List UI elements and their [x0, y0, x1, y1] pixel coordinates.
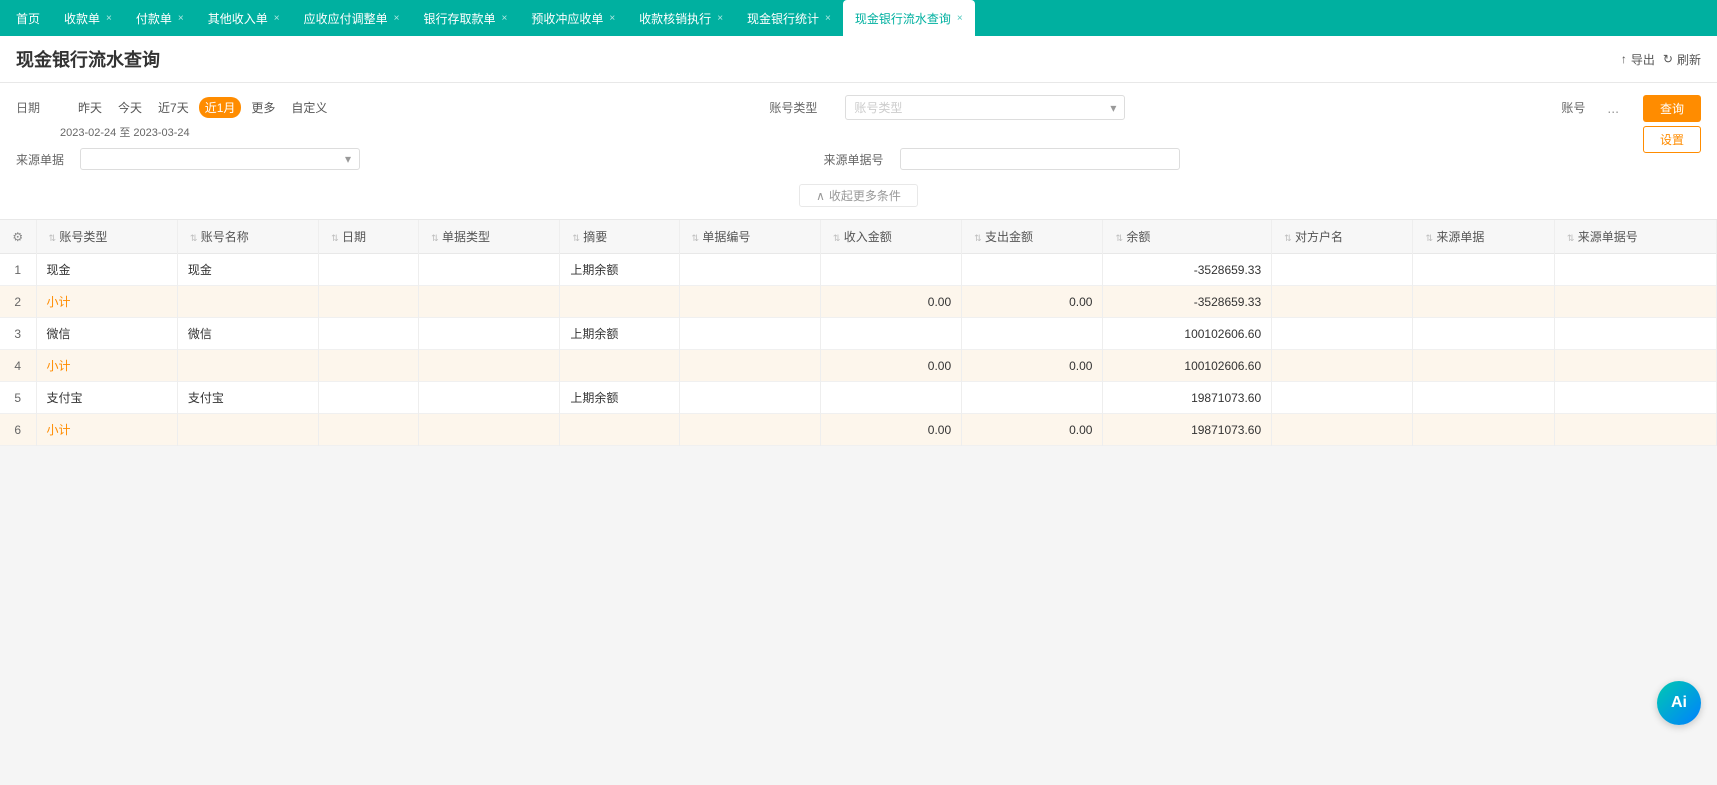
nav-home[interactable]: 首页 — [4, 0, 52, 36]
close-icon[interactable]: × — [501, 13, 507, 24]
th-account-name[interactable]: ⇅ 账号名称 — [177, 220, 318, 254]
table-header-row: ⚙ ⇅ 账号类型 ⇅ 账号名称 ⇅ 日期 ⇅ 单据类型 ⇅ — [0, 220, 1717, 254]
top-nav: 首页 收款单 × 付款单 × 其他收入单 × 应收应付调整单 × 银行存取款单 … — [0, 0, 1717, 36]
table-row[interactable]: 3微信微信上期余额100102606.60 — [0, 318, 1717, 350]
date-btn-custom[interactable]: 自定义 — [285, 97, 333, 118]
th-source-doc-no[interactable]: ⇅ 来源单据号 — [1554, 220, 1716, 254]
nav-tab-8[interactable]: 现金银行流水查询 × — [843, 0, 975, 36]
ai-badge[interactable]: Ai — [1657, 681, 1701, 725]
sort-icon: ⇅ — [572, 233, 580, 244]
refresh-icon: ↻ — [1663, 52, 1673, 66]
page-header: 现金银行流水查询 ↑ 导出 ↻ 刷新 — [0, 36, 1717, 83]
date-btn-more[interactable]: 更多 — [245, 97, 281, 118]
page-title: 现金银行流水查询 — [16, 46, 160, 72]
close-icon[interactable]: × — [274, 13, 280, 24]
query-button[interactable]: 查询 — [1643, 95, 1701, 122]
export-icon: ↑ — [1621, 52, 1627, 66]
date-btn-7days[interactable]: 近7天 — [152, 97, 195, 118]
close-icon[interactable]: × — [106, 13, 112, 24]
nav-tab-6[interactable]: 收款核销执行 × — [627, 0, 735, 36]
collapse-bar: ∧ 收起更多条件 — [16, 180, 1701, 207]
th-expense[interactable]: ⇅ 支出金额 — [962, 220, 1103, 254]
source-doc-no-label: 来源单据号 — [824, 151, 884, 168]
close-icon[interactable]: × — [394, 13, 400, 24]
table-container: ⚙ ⇅ 账号类型 ⇅ 账号名称 ⇅ 日期 ⇅ 单据类型 ⇅ — [0, 220, 1717, 446]
sort-icon: ⇅ — [49, 233, 57, 244]
sort-icon: ⇅ — [190, 233, 198, 244]
nav-tab-0[interactable]: 收款单 × — [52, 0, 124, 36]
date-options: 昨天 今天 近7天 近1月 更多 自定义 — [72, 97, 333, 118]
nav-tab-3[interactable]: 应收应付调整单 × — [292, 0, 412, 36]
sort-icon: ⇅ — [692, 233, 700, 244]
close-icon[interactable]: × — [957, 13, 963, 24]
nav-tab-4[interactable]: 银行存取款单 × — [411, 0, 519, 36]
th-summary[interactable]: ⇅ 摘要 — [560, 220, 679, 254]
filter-row-source: 来源单据 ▾ 来源单据号 — [16, 148, 1627, 170]
chevron-down-icon-2: ▾ — [345, 152, 351, 166]
table-row[interactable]: 1现金现金上期余额-3528659.33 — [0, 254, 1717, 286]
date-label: 日期 — [16, 99, 56, 116]
table-row[interactable]: 5支付宝支付宝上期余额19871073.60 — [0, 382, 1717, 414]
nav-tab-2[interactable]: 其他收入单 × — [196, 0, 292, 36]
nav-tab-7[interactable]: 现金银行统计 × — [735, 0, 843, 36]
account-type-label: 账号类型 — [769, 99, 829, 116]
date-btn-yesterday[interactable]: 昨天 — [72, 97, 108, 118]
source-doc-label: 来源单据 — [16, 151, 64, 168]
sort-icon: ⇅ — [1567, 233, 1575, 244]
table-row[interactable]: 2小计0.000.00-3528659.33 — [0, 286, 1717, 318]
collapse-button[interactable]: ∧ 收起更多条件 — [799, 184, 918, 207]
date-range-display: 2023-02-24 至 2023-03-24 — [60, 127, 190, 139]
close-icon[interactable]: × — [178, 13, 184, 24]
account-dots[interactable]: ... — [1607, 100, 1619, 116]
header-actions: ↑ 导出 ↻ 刷新 — [1621, 51, 1701, 68]
close-icon[interactable]: × — [825, 13, 831, 24]
refresh-button[interactable]: ↻ 刷新 — [1663, 51, 1701, 68]
source-doc-select[interactable]: ▾ — [80, 148, 360, 170]
date-btn-1month[interactable]: 近1月 — [199, 97, 242, 118]
th-balance[interactable]: ⇅ 余额 — [1103, 220, 1272, 254]
account-type-placeholder: 账号类型 — [854, 99, 902, 116]
chevron-down-icon: ▾ — [1110, 101, 1116, 115]
data-table: ⚙ ⇅ 账号类型 ⇅ 账号名称 ⇅ 日期 ⇅ 单据类型 ⇅ — [0, 220, 1717, 446]
date-btn-today[interactable]: 今天 — [112, 97, 148, 118]
table-row[interactable]: 6小计0.000.0019871073.60 — [0, 414, 1717, 446]
th-gear[interactable]: ⚙ — [0, 220, 36, 254]
chevron-up-icon: ∧ — [816, 189, 825, 203]
th-doc-type[interactable]: ⇅ 单据类型 — [419, 220, 560, 254]
settings-button[interactable]: 设置 — [1643, 126, 1701, 153]
filter-row-date: 日期 昨天 今天 近7天 近1月 更多 自定义 账号类型 账号类型 ▾ — [16, 95, 1627, 120]
nav-tab-5[interactable]: 预收冲应收单 × — [519, 0, 627, 36]
sort-icon: ⇅ — [1115, 233, 1123, 244]
th-account-type[interactable]: ⇅ 账号类型 — [36, 220, 177, 254]
close-icon[interactable]: × — [609, 13, 615, 24]
sort-icon: ⇅ — [331, 233, 339, 244]
th-date[interactable]: ⇅ 日期 — [319, 220, 419, 254]
export-button[interactable]: ↑ 导出 — [1621, 51, 1655, 68]
filter-buttons: 查询 设置 — [1643, 95, 1701, 153]
sort-icon: ⇅ — [1425, 233, 1433, 244]
th-income[interactable]: ⇅ 收入金额 — [820, 220, 961, 254]
filter-area: 日期 昨天 今天 近7天 近1月 更多 自定义 账号类型 账号类型 ▾ — [0, 83, 1717, 220]
th-source-doc[interactable]: ⇅ 来源单据 — [1413, 220, 1554, 254]
source-doc-no-input[interactable] — [900, 148, 1180, 170]
table-row[interactable]: 4小计0.000.00100102606.60 — [0, 350, 1717, 382]
account-type-select[interactable]: 账号类型 ▾ — [845, 95, 1125, 120]
close-icon[interactable]: × — [717, 13, 723, 24]
nav-tab-1[interactable]: 付款单 × — [124, 0, 196, 36]
th-counterpart[interactable]: ⇅ 对方户名 — [1272, 220, 1413, 254]
th-doc-no[interactable]: ⇅ 单据编号 — [679, 220, 820, 254]
sort-icon: ⇅ — [1284, 233, 1292, 244]
account-label: 账号 — [1561, 99, 1591, 116]
sort-icon: ⇅ — [974, 233, 982, 244]
sort-icon: ⇅ — [833, 233, 841, 244]
sort-icon: ⇅ — [431, 233, 439, 244]
